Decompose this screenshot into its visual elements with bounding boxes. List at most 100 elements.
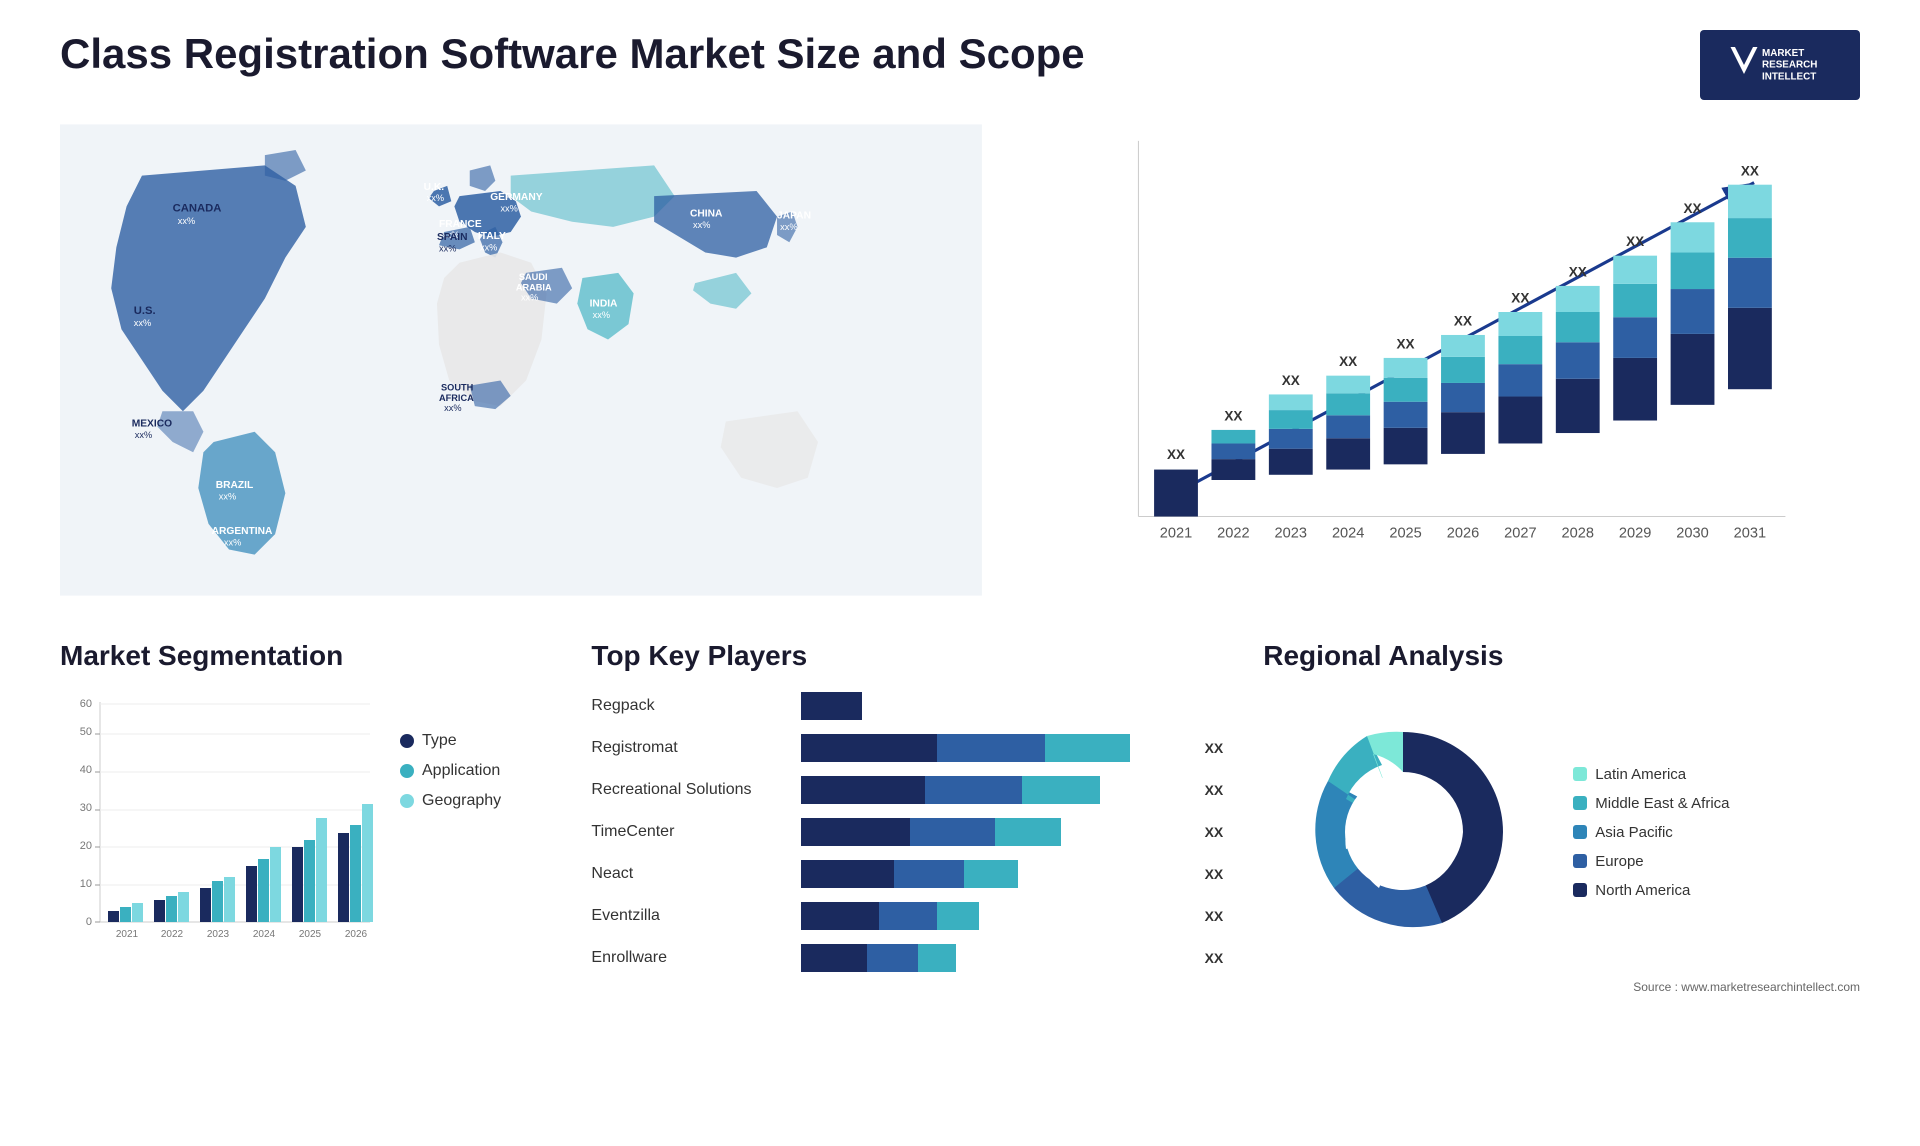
bar-segment xyxy=(918,944,957,972)
player-bars-regpack xyxy=(801,692,1207,720)
svg-text:xx%: xx% xyxy=(500,203,517,213)
regional-section: Regional Analysis xyxy=(1263,640,1860,994)
svg-text:40: 40 xyxy=(80,764,92,776)
svg-text:XX: XX xyxy=(1224,409,1242,424)
bar-segment xyxy=(867,944,917,972)
player-bars-neact xyxy=(801,860,1188,888)
bar-segment xyxy=(894,860,964,888)
svg-text:20: 20 xyxy=(80,840,92,852)
segmentation-section: Market Segmentation 0 10 20 30 40 xyxy=(60,640,551,994)
bar-segment xyxy=(801,860,894,888)
player-name-neact: Neact xyxy=(591,865,791,883)
legend-label-type: Type xyxy=(422,732,457,750)
svg-text:SAUDI: SAUDI xyxy=(519,272,548,282)
pie-with-legend: Latin America Middle East & Africa Asia … xyxy=(1263,692,1860,972)
segmentation-chart-svg: 0 10 20 30 40 50 60 xyxy=(60,692,380,972)
player-xx-neact: XX xyxy=(1205,866,1224,882)
legend-latin-america: Latin America xyxy=(1573,766,1729,783)
legend-text-north-america: North America xyxy=(1595,882,1690,899)
bar-segment xyxy=(801,902,878,930)
player-row-registromat: Registromat XX xyxy=(591,734,1223,762)
svg-text:30: 30 xyxy=(80,802,92,814)
svg-text:xx%: xx% xyxy=(427,193,444,203)
player-row-eventzilla: Eventzilla XX xyxy=(591,902,1223,930)
svg-text:xx%: xx% xyxy=(135,430,152,440)
svg-text:ARABIA: ARABIA xyxy=(516,282,552,292)
player-name-registromat: Registromat xyxy=(591,739,791,757)
player-name-timecenter: TimeCenter xyxy=(591,823,791,841)
svg-text:2031: 2031 xyxy=(1734,525,1766,541)
player-bars-timecenter xyxy=(801,818,1188,846)
svg-text:MEXICO: MEXICO xyxy=(132,419,172,430)
legend-label-application: Application xyxy=(422,762,500,780)
svg-text:JAPAN: JAPAN xyxy=(777,211,811,222)
svg-text:SOUTH: SOUTH xyxy=(441,383,474,393)
svg-text:2022: 2022 xyxy=(161,929,184,940)
svg-text:AFRICA: AFRICA xyxy=(439,393,474,403)
svg-text:MARKET: MARKET xyxy=(1762,48,1804,59)
segmentation-title: Market Segmentation xyxy=(60,640,551,672)
svg-text:2024: 2024 xyxy=(1332,525,1364,541)
svg-text:2024: 2024 xyxy=(253,929,276,940)
bottom-section: Market Segmentation 0 10 20 30 40 xyxy=(60,640,1860,994)
svg-text:10: 10 xyxy=(80,878,92,890)
legend-color-latin-america xyxy=(1573,767,1587,781)
svg-text:xx%: xx% xyxy=(521,293,538,303)
bar-segment xyxy=(937,902,980,930)
pie-chart-svg xyxy=(1263,692,1543,972)
legend-asia-pacific: Asia Pacific xyxy=(1573,824,1729,841)
svg-text:BRAZIL: BRAZIL xyxy=(216,480,254,491)
legend-middle-east: Middle East & Africa xyxy=(1573,795,1729,812)
player-row-timecenter: TimeCenter XX xyxy=(591,818,1223,846)
player-name-enrollware: Enrollware xyxy=(591,949,791,967)
source-text: Source : www.marketresearchintellect.com xyxy=(1263,980,1860,994)
player-row-recreational: Recreational Solutions XX xyxy=(591,776,1223,804)
svg-text:xx%: xx% xyxy=(593,310,610,320)
players-section: Top Key Players Regpack Registromat xyxy=(591,640,1223,994)
bar-chart-section: XX XX XX XX xyxy=(1022,120,1860,600)
logo-icon: MARKET RESEARCH INTELLECT xyxy=(1710,38,1850,92)
legend-europe: Europe xyxy=(1573,853,1729,870)
header: Class Registration Software Market Size … xyxy=(60,30,1860,100)
legend-dot-application xyxy=(400,764,414,778)
svg-text:2023: 2023 xyxy=(1274,525,1306,541)
players-list: Regpack Registromat XX Re xyxy=(591,692,1223,972)
bar-segment xyxy=(1022,776,1099,804)
svg-text:CHINA: CHINA xyxy=(690,209,723,220)
player-row-neact: Neact XX xyxy=(591,860,1223,888)
pie-legend: Latin America Middle East & Africa Asia … xyxy=(1573,766,1729,899)
svg-text:RESEARCH: RESEARCH xyxy=(1762,60,1817,71)
player-xx-recreational: XX xyxy=(1205,782,1224,798)
svg-text:xx%: xx% xyxy=(780,222,797,232)
legend-dot-geography xyxy=(400,794,414,808)
svg-text:2028: 2028 xyxy=(1561,525,1593,541)
bar-segment xyxy=(801,776,925,804)
legend-color-asia-pacific xyxy=(1573,825,1587,839)
svg-text:xx%: xx% xyxy=(693,220,710,230)
svg-text:0: 0 xyxy=(86,916,92,928)
legend-color-north-america xyxy=(1573,883,1587,897)
svg-text:2021: 2021 xyxy=(116,929,139,940)
player-xx-eventzilla: XX xyxy=(1205,908,1224,924)
top-section: CANADA xx% U.S. xx% MEXICO xx% BRAZIL xx… xyxy=(60,120,1860,600)
svg-text:INTELLECT: INTELLECT xyxy=(1762,71,1816,82)
players-title: Top Key Players xyxy=(591,640,1223,672)
svg-text:2025: 2025 xyxy=(299,929,322,940)
page-container: Class Registration Software Market Size … xyxy=(0,0,1920,1146)
svg-text:xx%: xx% xyxy=(134,318,151,328)
world-map-svg: CANADA xx% U.S. xx% MEXICO xx% BRAZIL xx… xyxy=(60,120,982,600)
player-bars-registromat xyxy=(801,734,1188,762)
bar-segment xyxy=(964,860,1018,888)
svg-text:XX: XX xyxy=(1511,291,1529,306)
svg-text:U.S.: U.S. xyxy=(134,305,156,317)
legend-north-america: North America xyxy=(1573,882,1729,899)
svg-text:xx%: xx% xyxy=(224,537,241,547)
player-row-regpack: Regpack xyxy=(591,692,1223,720)
legend-application: Application xyxy=(400,762,501,780)
svg-text:60: 60 xyxy=(80,698,92,710)
player-xx-enrollware: XX xyxy=(1205,950,1224,966)
svg-text:xx%: xx% xyxy=(444,403,461,413)
bar-segment xyxy=(910,818,995,846)
svg-text:FRANCE: FRANCE xyxy=(439,219,482,230)
svg-text:xx%: xx% xyxy=(439,243,456,253)
